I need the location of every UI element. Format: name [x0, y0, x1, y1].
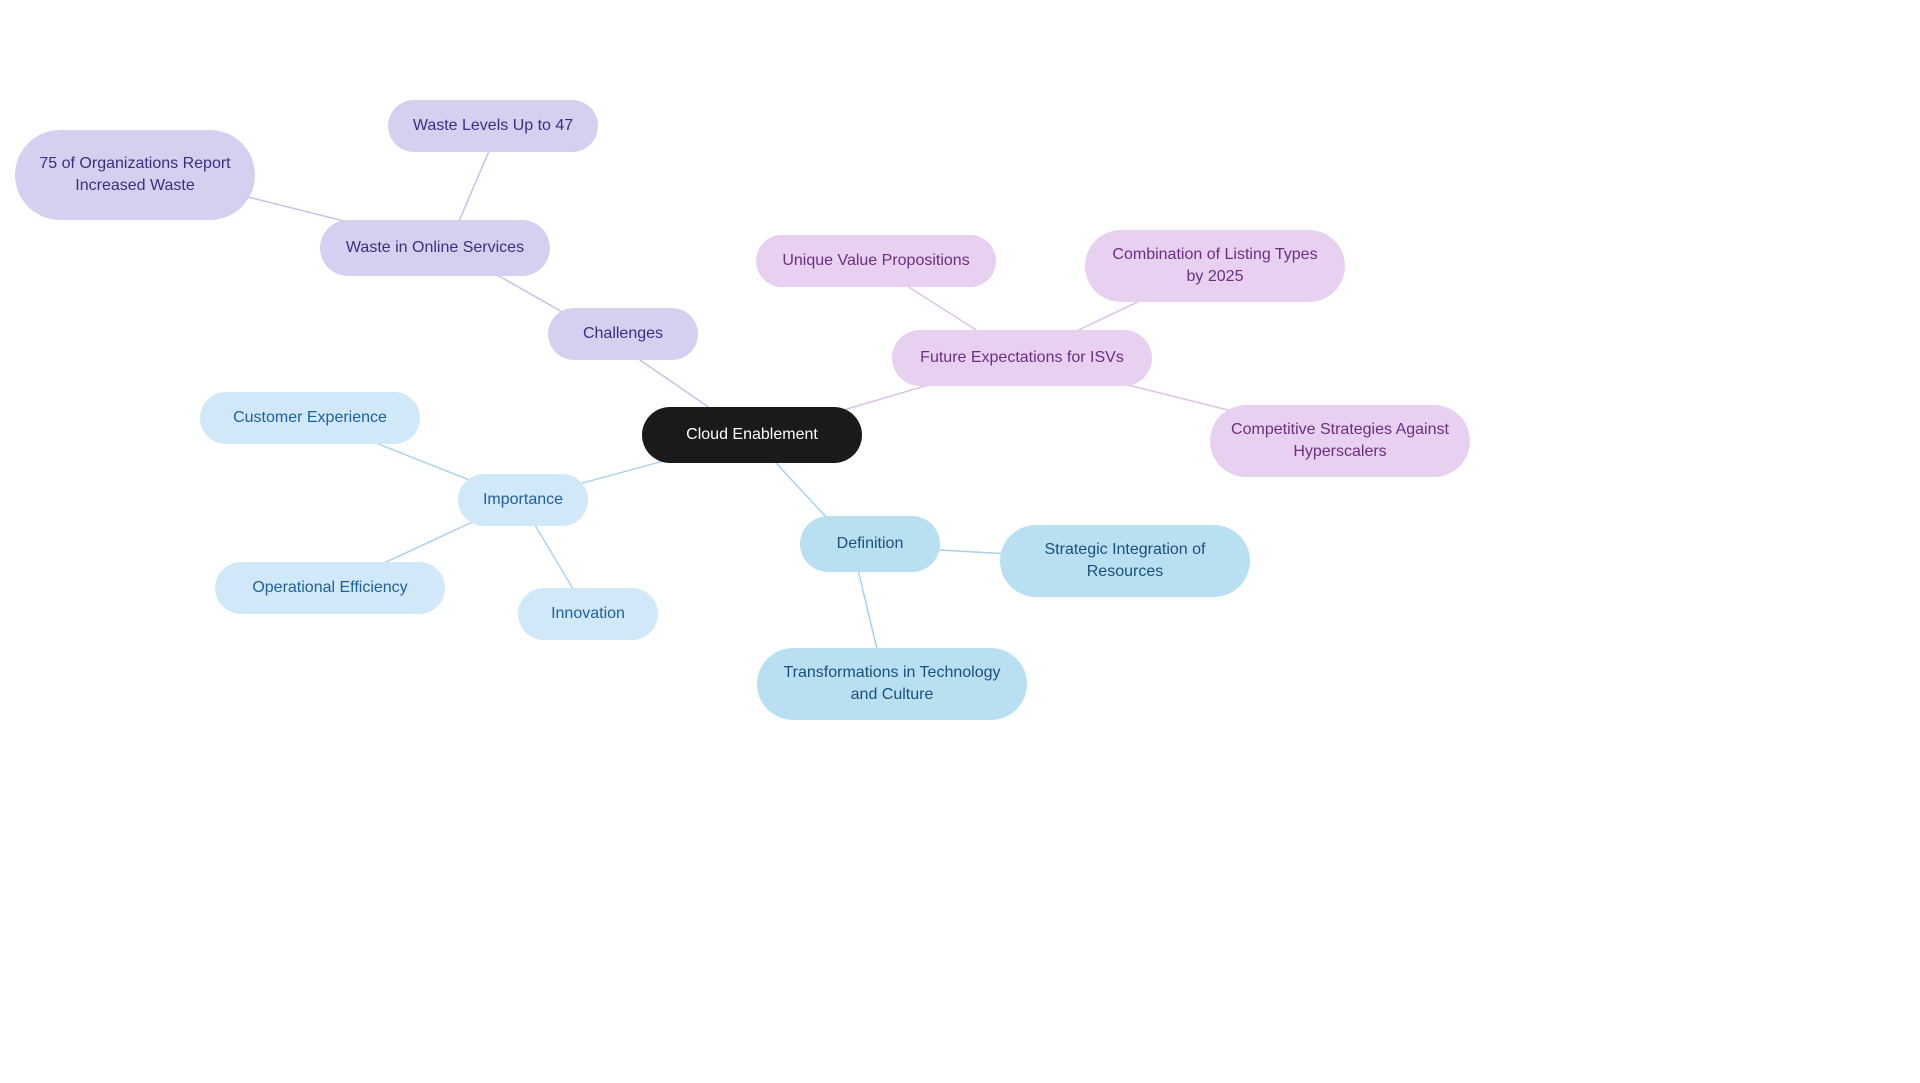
unique-value-node[interactable]: Unique Value Propositions	[756, 235, 996, 287]
customer-exp-node[interactable]: Customer Experience	[200, 392, 420, 444]
transformations-node[interactable]: Transformations in Technology and Cultur…	[757, 648, 1027, 720]
center-label: Cloud Enablement	[686, 424, 818, 446]
competitive-label: Competitive Strategies Against Hyperscal…	[1230, 419, 1450, 464]
waste-levels-node[interactable]: Waste Levels Up to 47	[388, 100, 598, 152]
strategic-label: Strategic Integration of Resources	[1020, 539, 1230, 584]
innovation-label: Innovation	[551, 603, 625, 625]
orgs-report-label: 75 of Organizations Report Increased Was…	[35, 153, 235, 198]
future-exp-label: Future Expectations for ISVs	[920, 347, 1124, 369]
challenges-node[interactable]: Challenges	[548, 308, 698, 360]
importance-node[interactable]: Importance	[458, 474, 588, 526]
operational-label: Operational Efficiency	[252, 577, 407, 599]
transformations-label: Transformations in Technology and Cultur…	[777, 662, 1007, 707]
waste-online-label: Waste in Online Services	[346, 237, 524, 259]
waste-online-node[interactable]: Waste in Online Services	[320, 220, 550, 276]
customer-exp-label: Customer Experience	[233, 407, 387, 429]
strategic-node[interactable]: Strategic Integration of Resources	[1000, 525, 1250, 597]
future-exp-node[interactable]: Future Expectations for ISVs	[892, 330, 1152, 386]
challenges-label: Challenges	[583, 323, 663, 345]
definition-label: Definition	[837, 533, 904, 555]
center-node[interactable]: Cloud Enablement	[642, 407, 862, 463]
innovation-node[interactable]: Innovation	[518, 588, 658, 640]
orgs-report-node[interactable]: 75 of Organizations Report Increased Was…	[15, 130, 255, 220]
importance-label: Importance	[483, 489, 563, 511]
operational-node[interactable]: Operational Efficiency	[215, 562, 445, 614]
definition-node[interactable]: Definition	[800, 516, 940, 572]
unique-value-label: Unique Value Propositions	[782, 250, 969, 272]
competitive-node[interactable]: Competitive Strategies Against Hyperscal…	[1210, 405, 1470, 477]
waste-levels-label: Waste Levels Up to 47	[413, 115, 573, 137]
combination-label: Combination of Listing Types by 2025	[1105, 244, 1325, 289]
mind-map-connections	[0, 0, 1920, 1083]
combination-node[interactable]: Combination of Listing Types by 2025	[1085, 230, 1345, 302]
